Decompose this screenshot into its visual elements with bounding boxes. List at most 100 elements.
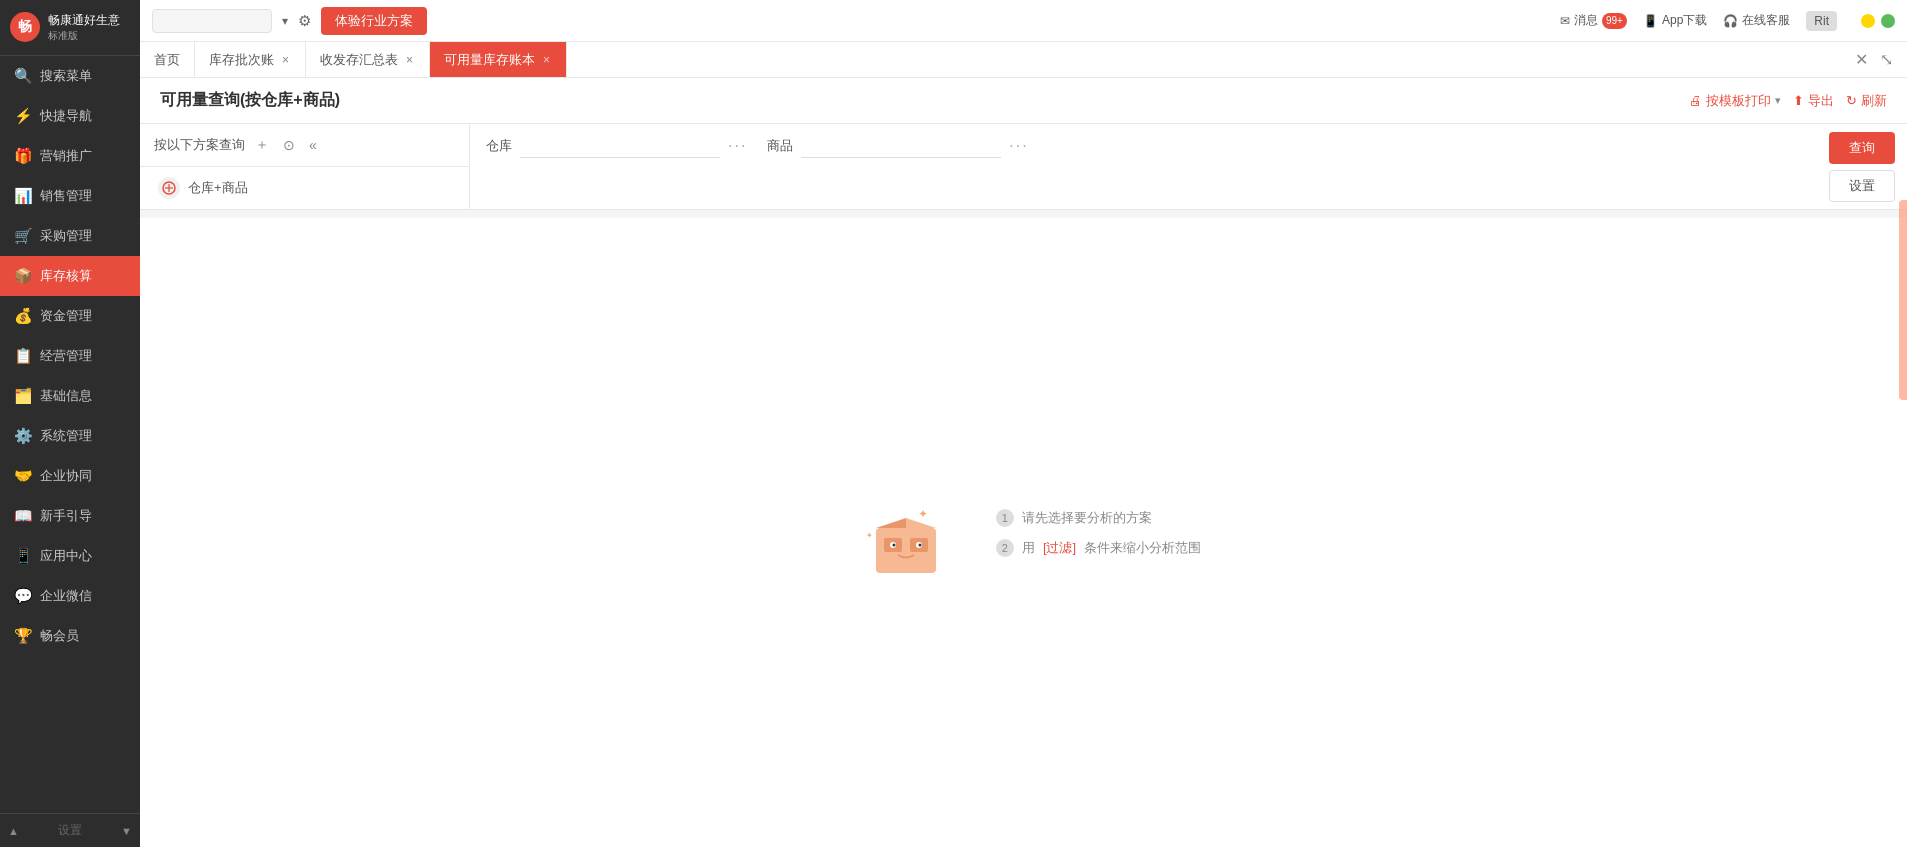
sidebar-item-purchase[interactable]: 🛒 采购管理 (0, 216, 140, 256)
expand-window-btn[interactable]: ⤡ (1876, 48, 1897, 71)
svg-text:✦: ✦ (931, 547, 937, 554)
svg-marker-4 (876, 518, 906, 528)
sidebar-item-label: 企业协同 (40, 467, 92, 485)
add-scheme-btn[interactable]: ＋ (251, 134, 273, 156)
sidebar-title: 畅康通好生意 (48, 12, 120, 29)
sidebar-item-label: 库存核算 (40, 267, 92, 285)
sidebar-item-basic-info[interactable]: 🗂️ 基础信息 (0, 376, 140, 416)
topbar-dropdown-arrow[interactable]: ▾ (282, 14, 288, 28)
tab-available-qty[interactable]: 可用量库存账本 × (430, 42, 567, 77)
tab-batch-ledger[interactable]: 库存批次账 × (195, 42, 306, 77)
phone-icon: 📱 (1643, 14, 1658, 28)
sidebar-item-sales[interactable]: 📊 销售管理 (0, 176, 140, 216)
tab-summary[interactable]: 收发存汇总表 × (306, 42, 430, 77)
topbar-right: ✉ 消息 99+ 📱 App下载 🎧 在线客服 Rit (1560, 11, 1895, 31)
sidebar-item-label: 应用中心 (40, 547, 92, 565)
warehouse-more-btn[interactable]: ··· (728, 137, 747, 155)
close-window-btn[interactable]: ✕ (1851, 48, 1872, 71)
online-service-btn[interactable]: 🎧 在线客服 (1723, 12, 1790, 29)
product-more-btn[interactable]: ··· (1009, 137, 1028, 155)
tab-home[interactable]: 首页 (140, 42, 195, 77)
sidebar-item-membership[interactable]: 🏆 畅会员 (0, 616, 140, 656)
empty-state: ✦ ✦ ✦ 1 请先选择要分析的方案 2 用 [过滤] 条件来缩小分析范围 (140, 218, 1907, 847)
sidebar-header: 畅 畅康通好生意 标准版 (0, 0, 140, 56)
scroll-down-btn[interactable]: ▼ (121, 825, 132, 837)
scheme-label: 按以下方案查询 (154, 136, 245, 154)
sidebar-item-label: 营销推广 (40, 147, 92, 165)
tab-close-summary[interactable]: × (404, 53, 415, 67)
book-icon: 📖 (14, 507, 32, 525)
empty-instructions: 1 请先选择要分析的方案 2 用 [过滤] 条件来缩小分析范围 (996, 509, 1201, 557)
right-scrollbar[interactable] (1899, 200, 1907, 400)
sidebar-item-wechat[interactable]: 💬 企业微信 (0, 576, 140, 616)
sidebar-item-onboarding[interactable]: 📖 新手引导 (0, 496, 140, 536)
export-icon: ⬆ (1793, 93, 1804, 108)
print-btn[interactable]: 🖨 按模板打印 ▾ (1689, 92, 1781, 110)
clipboard-icon: 📋 (14, 347, 32, 365)
window-controls (1861, 14, 1895, 28)
maximize-btn[interactable] (1881, 14, 1895, 28)
sidebar-item-label: 新手引导 (40, 507, 92, 525)
collapse-btn[interactable]: « (305, 135, 321, 155)
sidebar-item-system[interactable]: ⚙️ 系统管理 (0, 416, 140, 456)
print-dropdown-arrow[interactable]: ▾ (1775, 94, 1781, 107)
filter-link[interactable]: [过滤] (1043, 539, 1076, 557)
tab-close-batch-ledger[interactable]: × (280, 53, 291, 67)
scheme-item-warehouse-product[interactable]: 仓库+商品 (140, 167, 469, 209)
sidebar-nav: 🔍 搜索菜单 ⚡ 快捷导航 🎁 营销推广 📊 销售管理 🛒 采购管理 📦 库存核… (0, 56, 140, 813)
headset-icon: 🎧 (1723, 14, 1738, 28)
sidebar-footer: ▲ 设置 ▼ (0, 813, 140, 847)
refresh-icon: ↻ (1846, 93, 1857, 108)
scroll-up-btn[interactable]: ▲ (8, 825, 19, 837)
sidebar-logo: 畅 (10, 12, 40, 42)
app-download-btn[interactable]: 📱 App下载 (1643, 12, 1707, 29)
sidebar-item-search[interactable]: 🔍 搜索菜单 (0, 56, 140, 96)
refresh-btn[interactable]: ↻ 刷新 (1846, 92, 1887, 110)
page-header: 可用量查询(按仓库+商品) 🖨 按模板打印 ▾ ⬆ 导出 ↻ 刷新 (140, 78, 1907, 124)
message-badge: 99+ (1602, 13, 1627, 29)
empty-illustration: ✦ ✦ ✦ (846, 473, 966, 593)
search-icon: 🔍 (14, 67, 32, 85)
sidebar-item-enterprise[interactable]: 🤝 企业协同 (0, 456, 140, 496)
user-avatar[interactable]: Rit (1806, 11, 1837, 31)
sidebar-item-app-center[interactable]: 📱 应用中心 (0, 536, 140, 576)
scheme-header: 按以下方案查询 ＋ ⊙ « (140, 124, 469, 167)
export-btn[interactable]: ⬆ 导出 (1793, 92, 1834, 110)
query-scheme-panel: 按以下方案查询 ＋ ⊙ « 仓库+商品 (140, 124, 470, 209)
sidebar-item-label: 快捷导航 (40, 107, 92, 125)
manage-scheme-btn[interactable]: ⊙ (279, 135, 299, 155)
topbar-gear-icon[interactable]: ⚙ (298, 12, 311, 30)
trial-btn[interactable]: 体验行业方案 (321, 7, 427, 35)
sidebar-item-label: 企业微信 (40, 587, 92, 605)
sidebar-item-label: 资金管理 (40, 307, 92, 325)
sidebar-item-inventory[interactable]: 📦 库存核算 (0, 256, 140, 296)
query-fields: 仓库 ··· 商品 ··· (470, 124, 1829, 168)
page-content: 可用量查询(按仓库+商品) 🖨 按模板打印 ▾ ⬆ 导出 ↻ 刷新 (140, 78, 1907, 847)
product-input[interactable] (801, 134, 1001, 158)
topbar-search-input[interactable] (152, 9, 272, 33)
sidebar-item-operations[interactable]: 📋 经营管理 (0, 336, 140, 376)
sidebar-item-marketing[interactable]: 🎁 营销推广 (0, 136, 140, 176)
sidebar-item-label: 采购管理 (40, 227, 92, 245)
page-title: 可用量查询(按仓库+商品) (160, 90, 340, 111)
query-settings-btn[interactable]: 设置 (1829, 170, 1895, 202)
warehouse-label: 仓库 (486, 137, 512, 155)
sidebar-item-label: 搜索菜单 (40, 67, 92, 85)
sidebar-item-label: 基础信息 (40, 387, 92, 405)
minimize-btn[interactable] (1861, 14, 1875, 28)
tab-close-available-qty[interactable]: × (541, 53, 552, 67)
message-btn[interactable]: ✉ 消息 99+ (1560, 12, 1627, 29)
sidebar-item-finance[interactable]: 💰 资金管理 (0, 296, 140, 336)
chart-icon: 📊 (14, 187, 32, 205)
product-field: 商品 ··· (767, 134, 1028, 158)
sidebar-item-shortcut[interactable]: ⚡ 快捷导航 (0, 96, 140, 136)
handshake-icon: 🤝 (14, 467, 32, 485)
phone-icon: 📱 (14, 547, 32, 565)
query-area: 按以下方案查询 ＋ ⊙ « 仓库+商品 (140, 124, 1907, 210)
svg-point-10 (892, 543, 895, 546)
warehouse-input[interactable] (520, 134, 720, 158)
svg-point-11 (918, 543, 921, 546)
folder-icon: 🗂️ (14, 387, 32, 405)
query-submit-btn[interactable]: 查询 (1829, 132, 1895, 164)
message-label: 消息 (1574, 12, 1598, 29)
